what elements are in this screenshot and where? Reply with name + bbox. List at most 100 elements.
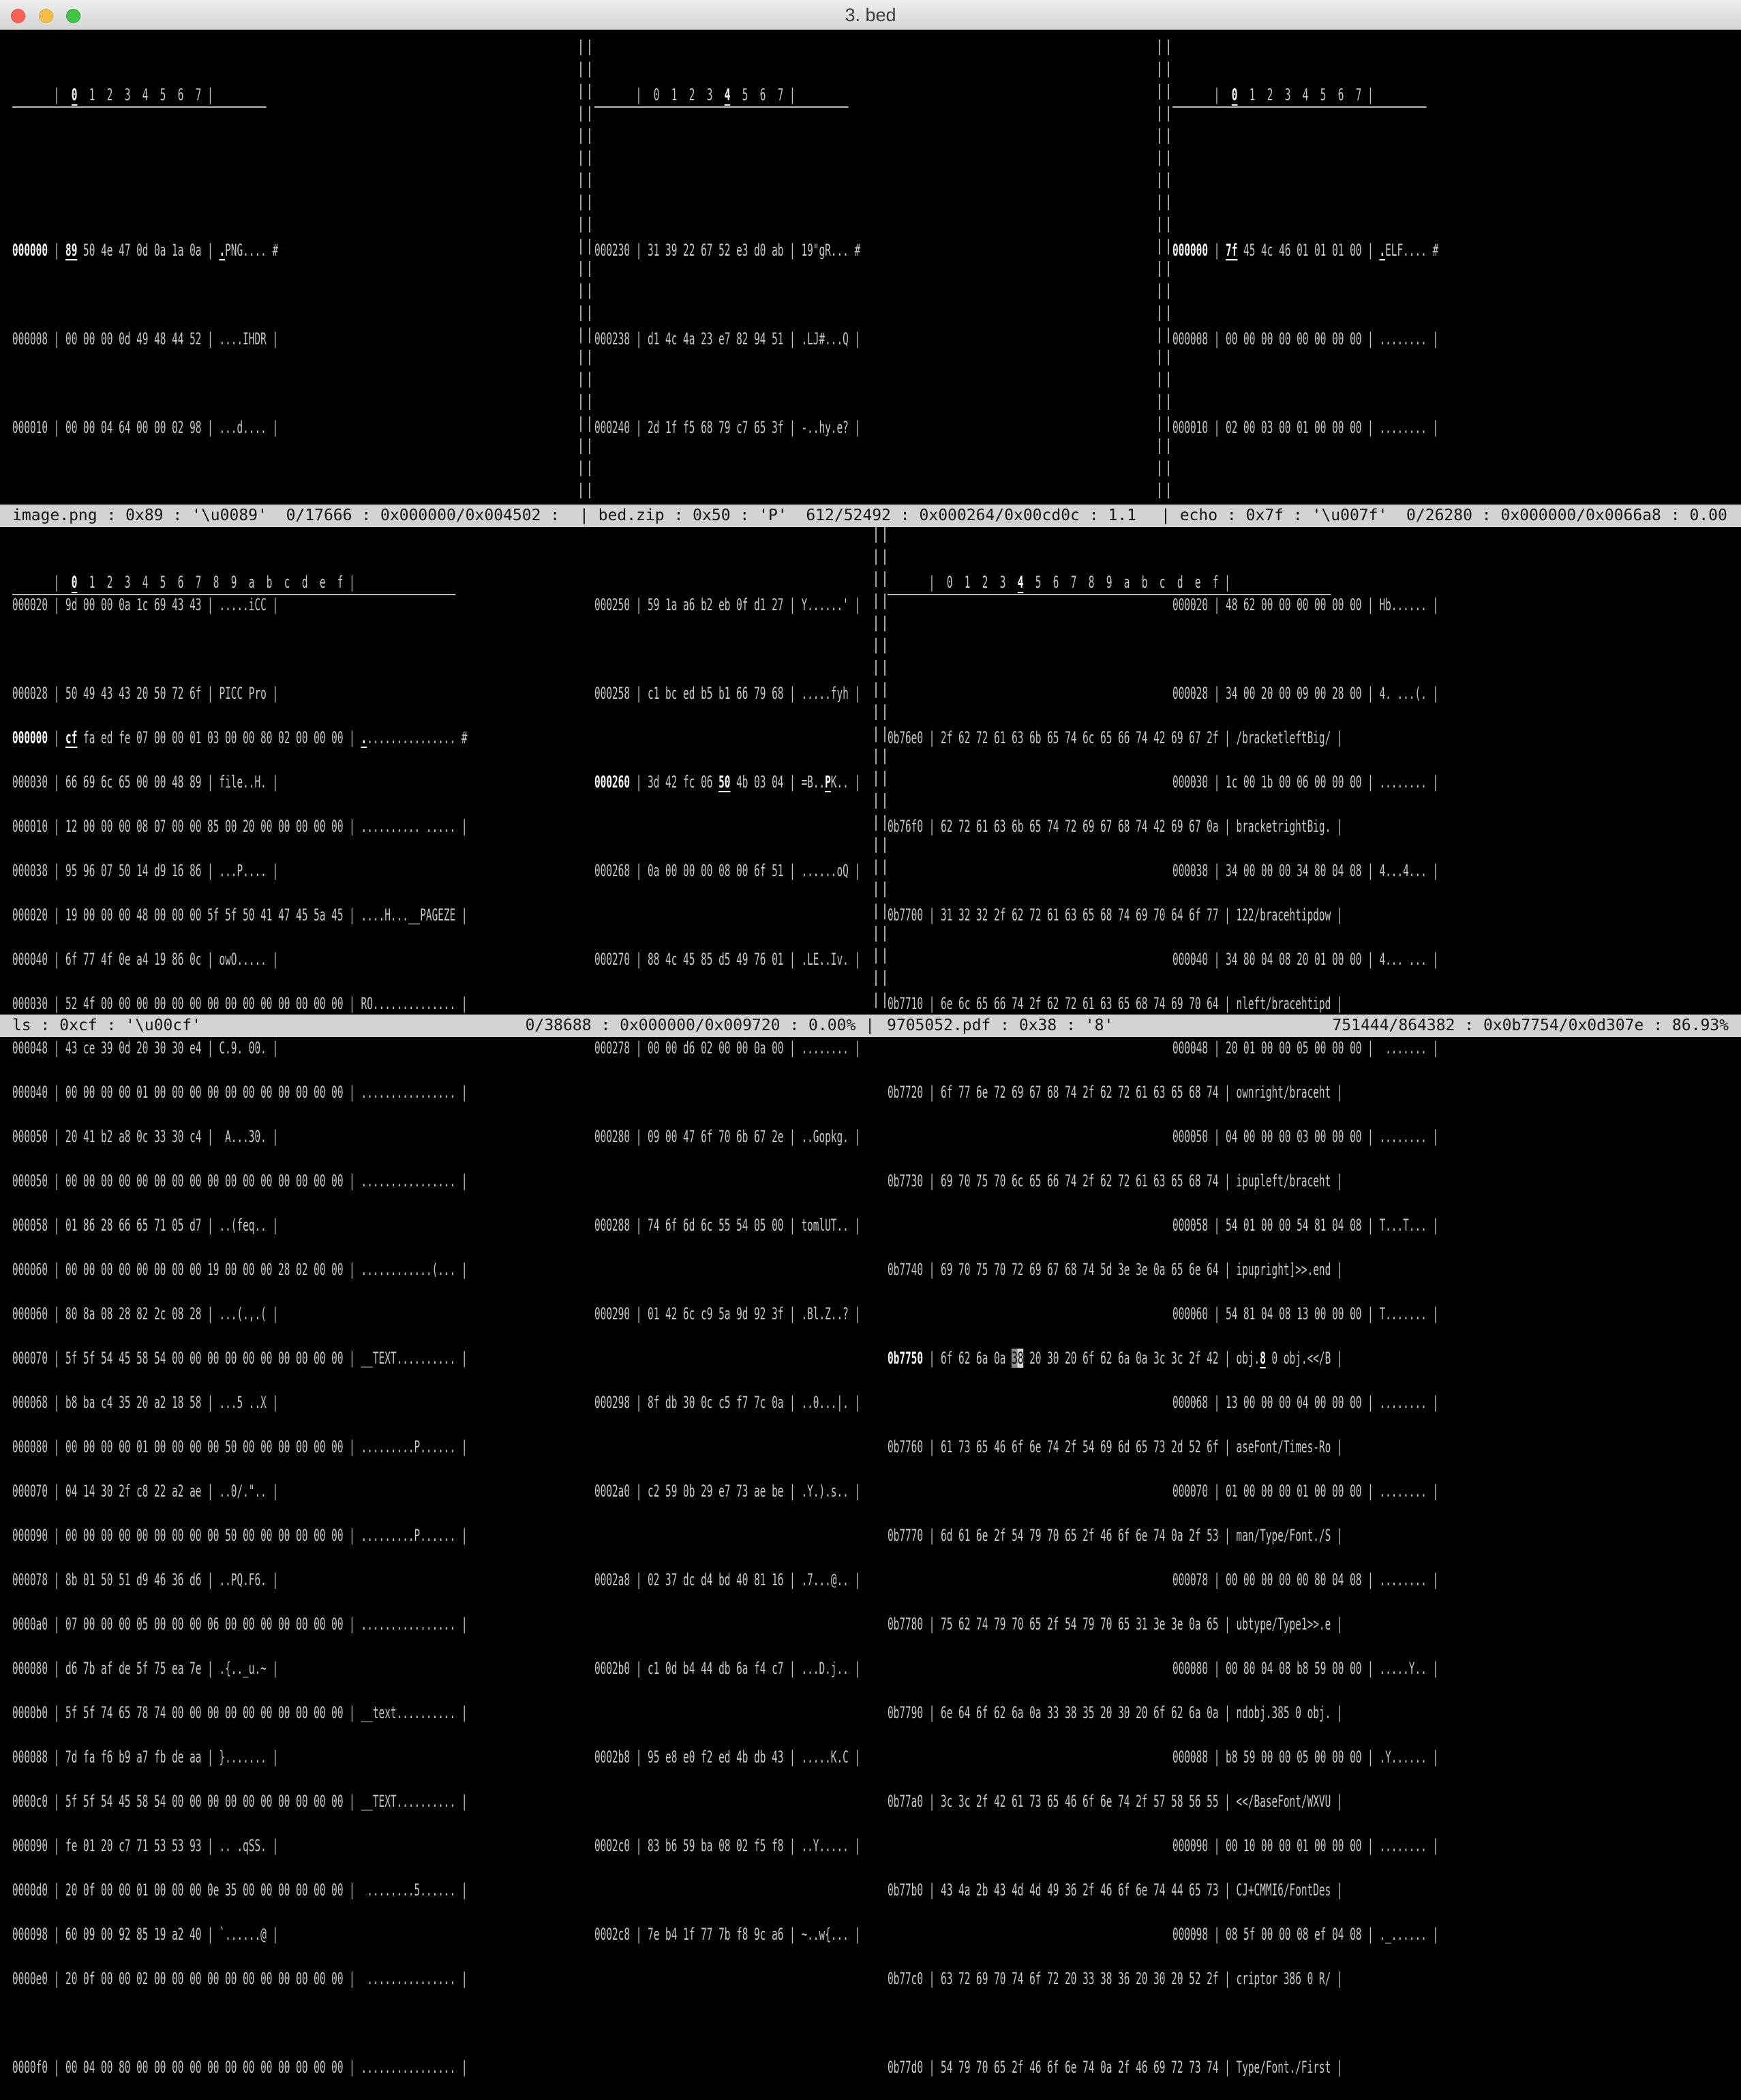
hex-row[interactable]: 000070 | 5f 5f 54 45 58 54 00 00 00 00 0… — [12, 1347, 468, 1370]
ascii-text: ipupright]>>.end — [1237, 1260, 1331, 1279]
hex-row[interactable]: 000050 | 00 00 00 00 00 00 00 00 00 00 0… — [12, 1170, 468, 1192]
hex-row[interactable]: 0b7700 | 31 32 32 2f 62 72 61 63 65 68 7… — [888, 904, 1343, 927]
column-separator: | — [783, 1747, 801, 1767]
hex-row[interactable]: 000010 | 12 00 00 00 08 07 00 00 85 00 2… — [12, 815, 468, 838]
scrollbar-char: | — [1432, 1127, 1438, 1146]
status-bed-zip: | bed.zip : 0x50 : 'P' 612/52492 : 0x000… — [579, 505, 1161, 527]
hex-row[interactable]: 000230 | 31 39 22 67 52 e3 d0 ab | 19"gR… — [594, 239, 860, 262]
column-separator: | — [1361, 772, 1379, 792]
pane-separator — [580, 40, 581, 505]
scrollbar-char: # — [461, 728, 468, 747]
hex-row[interactable]: 0002b8 | 95 e8 e0 f2 ed 4b db 43 | .....… — [594, 1746, 860, 1769]
hex-row[interactable]: 0b77a0 | 3c 3c 2f 42 61 73 65 46 6f 6e 7… — [888, 1790, 1343, 1813]
hex-bytes: 7e b4 1f 77 7b f8 9c a6 — [648, 1925, 783, 1944]
hex-row[interactable]: 0000a0 | 07 00 00 00 05 00 00 00 06 00 0… — [12, 1613, 468, 1636]
hex-row[interactable]: 0b7770 | 6d 61 6e 2f 54 79 70 65 2f 46 6… — [888, 1525, 1343, 1547]
row-address: 000010 — [12, 817, 48, 836]
hex-row[interactable]: 0000d0 | 20 0f 00 00 01 00 00 00 0e 35 0… — [12, 1879, 468, 1902]
hex-row[interactable]: 0b7790 | 6e 64 6f 62 6a 0a 33 38 35 20 3… — [888, 1702, 1343, 1724]
hex-row[interactable]: 000008 | 00 00 00 0d 49 48 44 52 | ....I… — [12, 328, 278, 350]
hex-bytes: 00 00 04 64 00 00 02 98 — [65, 418, 201, 437]
hex-row[interactable]: 000008 | 00 00 00 00 00 00 00 00 | .....… — [1172, 328, 1438, 350]
hex-row[interactable]: 000030 | 52 4f 00 00 00 00 00 00 00 00 0… — [12, 993, 468, 1015]
ascii-text: <</BaseFont/WXVU — [1237, 1792, 1331, 1811]
column-separator: | — [1208, 241, 1226, 260]
hex-row[interactable]: 000000 | cf fa ed fe 07 00 00 01 03 00 0… — [12, 727, 468, 749]
hex-header: | 0 1 2 3 4 5 6 7 8 9 a b c d e f | — [12, 571, 468, 594]
hex-row[interactable]: 0b7730 | 69 70 75 70 6c 65 66 74 2f 62 7… — [888, 1170, 1343, 1192]
hex-row[interactable]: 000010 | 02 00 03 00 01 00 00 00 | .....… — [1172, 417, 1438, 439]
hex-row[interactable]: 000080 | 00 00 00 00 01 00 00 00 00 50 0… — [12, 1436, 468, 1458]
ascii-text: 122/bracehtipdow — [1237, 905, 1331, 925]
hex-row[interactable]: 0002a0 | c2 59 0b 29 e7 73 ae be | .Y.).… — [594, 1480, 860, 1503]
hex-row[interactable]: 000270 | 88 4c 45 85 d5 49 76 01 | .LE..… — [594, 948, 860, 971]
ascii-text: ........ — [801, 1038, 848, 1058]
hex-bytes: 19 00 00 00 48 00 00 00 5f 5f 50 41 47 4… — [65, 905, 343, 925]
hex-row[interactable]: 0b7780 | 75 62 74 79 70 65 2f 54 79 70 6… — [888, 1613, 1343, 1636]
hex-row[interactable]: 0000c0 | 5f 5f 54 45 58 54 00 00 00 00 0… — [12, 1790, 468, 1813]
row-address: 0000d0 — [12, 1880, 48, 1900]
hex-row[interactable]: 000250 | 59 1a a6 b2 eb 0f d1 27 | Y....… — [594, 594, 860, 616]
ascii-text: ....... — [1379, 1038, 1426, 1058]
column-separator: | — [201, 418, 219, 437]
hex-row[interactable]: 0002c8 | 7e b4 1f 77 7b f8 9c a6 | ~..w{… — [594, 1923, 860, 1946]
scrollbar-char: | — [461, 1880, 468, 1900]
hex-row[interactable]: 0000e0 | 20 0f 00 00 02 00 00 00 00 00 0… — [12, 1968, 468, 1990]
hex-row[interactable]: 000288 | 74 6f 6d 6c 55 54 05 00 | tomlU… — [594, 1214, 860, 1237]
ascii-text: 4...4... — [1379, 861, 1426, 880]
hex-row[interactable]: 000090 | 00 00 00 00 00 00 00 00 00 50 0… — [12, 1525, 468, 1547]
hex-row[interactable]: 000010 | 00 00 04 64 00 00 02 98 | ...d.… — [12, 417, 278, 439]
ascii-text: 4. ...(. — [1379, 684, 1426, 703]
hex-row[interactable]: 0000b0 | 5f 5f 74 65 78 74 00 00 00 00 0… — [12, 1702, 468, 1724]
pane-separator — [884, 527, 885, 1015]
hex-row[interactable]: 0b76f0 | 62 72 61 63 6b 65 74 72 69 67 6… — [888, 815, 1343, 838]
hex-bytes: 59 1a a6 b2 eb 0f d1 27 — [648, 595, 783, 614]
hex-row[interactable]: 000000 | 89 50 4e 47 0d 0a 1a 0a | .PNG.… — [12, 239, 278, 262]
column-separator: | — [923, 905, 941, 925]
column-separator: | — [1361, 1127, 1379, 1146]
hex-row[interactable]: 000260 | 3d 42 fc 06 50 4b 03 04 | =B..P… — [594, 771, 860, 794]
hex-row[interactable]: 0b7740 | 69 70 75 70 72 69 67 68 74 5d 3… — [888, 1259, 1343, 1281]
pane-9705052-pdf[interactable]: | 0 1 2 3 4 5 6 7 8 9 a b c d e f | 0b76… — [888, 527, 1343, 2100]
hex-row[interactable]: 000280 | 09 00 47 6f 70 6b 67 2e | ..Gop… — [594, 1126, 860, 1148]
hex-row[interactable]: 0b7760 | 61 73 65 46 6f 6e 74 2f 54 69 6… — [888, 1436, 1343, 1458]
hex-row[interactable]: 0002a8 | 02 37 dc d4 bd 40 81 16 | .7...… — [594, 1569, 860, 1591]
hex-row[interactable]: 000240 | 2d 1f f5 68 79 c7 65 3f | -..hy… — [594, 417, 860, 439]
hex-row[interactable]: 0b7720 | 6f 77 6e 72 69 67 68 74 2f 62 7… — [888, 1081, 1343, 1104]
scrollbar-char: | — [1432, 329, 1438, 348]
hex-row[interactable]: 000060 | 00 00 00 00 00 00 00 00 19 00 0… — [12, 1259, 468, 1281]
scrollbar-char: | — [461, 1969, 468, 1988]
row-address: 0b7740 — [888, 1260, 923, 1279]
hex-row[interactable]: 0b77c0 | 63 72 69 70 74 6f 72 20 33 38 3… — [888, 1968, 1343, 1990]
hex-row[interactable]: 000268 | 0a 00 00 00 08 00 6f 51 | .....… — [594, 860, 860, 882]
hex-row[interactable]: 000290 | 01 42 6c c9 5a 9d 92 3f | .Bl.Z… — [594, 1303, 860, 1325]
hex-row[interactable]: 0b77b0 | 43 4a 2b 43 4d 4d 49 36 2f 46 6… — [888, 1879, 1343, 1902]
hex-row[interactable]: 000258 | c1 bc ed b5 b1 66 79 68 | .....… — [594, 682, 860, 705]
hex-row[interactable]: 0b7750 | 6f 62 6a 0a 38 20 30 20 6f 62 6… — [888, 1347, 1343, 1370]
hex-row[interactable]: 0002c0 | 83 b6 59 ba 08 02 f5 f8 | ..Y..… — [594, 1835, 860, 1857]
hex-row[interactable]: 0002b0 | c1 0d b4 44 db 6a f4 c7 | ...D.… — [594, 1657, 860, 1680]
hex-row[interactable]: 000020 | 19 00 00 00 48 00 00 00 5f 5f 5… — [12, 904, 468, 927]
ascii-text: 19"gR... — [801, 241, 848, 260]
hex-row[interactable]: 0b77d0 | 54 79 70 65 2f 46 6f 6e 74 0a 2… — [888, 2056, 1343, 2079]
hex-row[interactable]: 000040 | 00 00 00 00 01 00 00 00 00 00 0… — [12, 1081, 468, 1104]
column-separator: | — [48, 817, 65, 836]
scrollbar-char: | — [854, 1482, 860, 1501]
cursor-byte: 38 — [1012, 1349, 1023, 1368]
hex-row[interactable]: 0b76e0 | 2f 62 72 61 63 6b 65 74 6c 65 6… — [888, 727, 1343, 749]
hex-rows: 0b76e0 | 2f 62 72 61 63 6b 65 74 6c 65 6… — [888, 638, 1343, 2100]
hex-row[interactable]: 000298 | 8f db 30 0c c5 f7 7c 0a | ..0..… — [594, 1392, 860, 1414]
status-position-info: 751444/864382 : 0x0b7754/0x0d307e : 86.9… — [1332, 1015, 1729, 1037]
hex-row[interactable]: 000278 | 00 00 d6 02 00 00 0a 00 | .....… — [594, 1037, 860, 1060]
pane-ls[interactable]: | 0 1 2 3 4 5 6 7 8 9 a b c d e f | 0000… — [12, 527, 468, 2100]
hex-row[interactable]: 0000f0 | 00 04 00 80 00 00 00 00 00 00 0… — [12, 2056, 468, 2079]
column-separator: | — [630, 1925, 648, 1944]
cursor-byte: 7f — [1226, 241, 1237, 260]
ascii-text: ........ — [1379, 1482, 1426, 1501]
hex-row[interactable]: 000000 | 7f 45 4c 46 01 01 01 00 | .ELF.… — [1172, 239, 1438, 262]
column-separator: | — [1361, 950, 1379, 969]
hex-bytes: 00 00 d6 02 00 00 0a 00 — [648, 1038, 783, 1058]
scrollbar-char: | — [854, 684, 860, 703]
hex-row[interactable]: 000238 | d1 4c 4a 23 e7 82 94 51 | .LJ#.… — [594, 328, 860, 350]
hex-row[interactable]: 0b7710 | 6e 6c 65 66 74 2f 62 72 61 63 6… — [888, 993, 1343, 1015]
